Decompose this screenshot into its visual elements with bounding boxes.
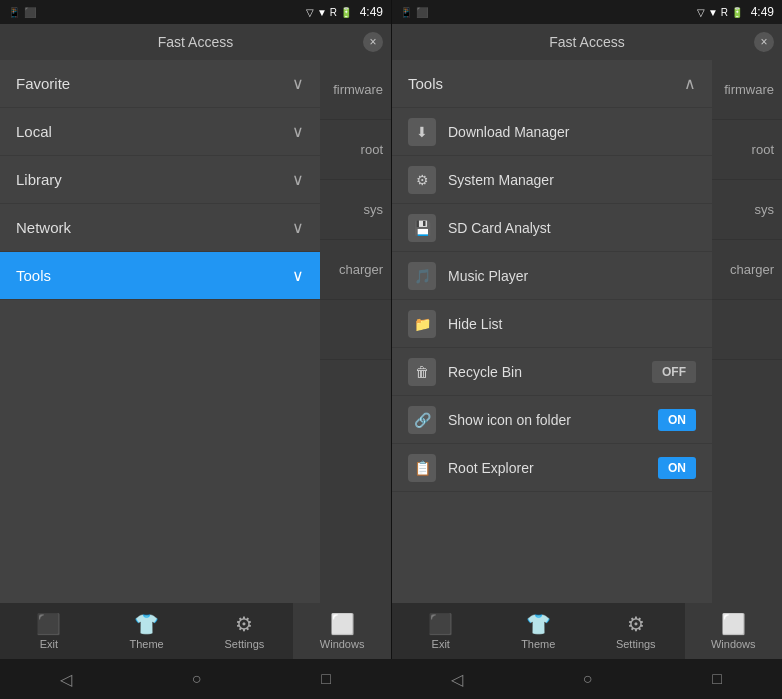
drawer-favorite[interactable]: Favorite ∨ — [0, 60, 320, 108]
hide-list-label: Hide List — [448, 316, 696, 332]
android-home-left[interactable]: ○ — [192, 670, 202, 688]
show-icon-folder-icon: 🔗 — [408, 406, 436, 434]
sd-card-analyst-label: SD Card Analyst — [448, 220, 696, 236]
bottom-nav: ⬛ Exit 👕 Theme ⚙ Settings ⬜ Windows ⬛ Ex… — [0, 603, 782, 659]
nav-theme-right[interactable]: 👕 Theme — [490, 603, 588, 659]
android-home-right[interactable]: ○ — [583, 670, 593, 688]
nav-settings-left[interactable]: ⚙ Settings — [196, 603, 294, 659]
status-time-right: 4:49 — [751, 5, 774, 19]
status-time-left: 4:49 — [360, 5, 383, 19]
theme-icon-left: 👕 — [134, 612, 159, 636]
tool-download-manager[interactable]: ⬇ Download Manager — [392, 108, 712, 156]
settings-label-right: Settings — [616, 638, 656, 650]
recycle-bin-toggle[interactable]: OFF — [652, 361, 696, 383]
left-nav: ⬛ Exit 👕 Theme ⚙ Settings ⬜ Windows — [0, 603, 391, 659]
left-panel-close[interactable]: × — [363, 32, 383, 52]
right-panel-status-icon1: 📱 — [400, 7, 412, 18]
right-panel: Fast Access × 📁 firmware 📁 root 📁 sys — [391, 24, 782, 603]
root-explorer-toggle[interactable]: ON — [658, 457, 696, 479]
left-panel-title: Fast Access — [158, 34, 233, 50]
windows-label-left: Windows — [320, 638, 365, 650]
tool-sd-card-analyst[interactable]: 💾 SD Card Analyst — [392, 204, 712, 252]
left-panel: Fast Access × 📁 firmware 📁 root 📁 sys — [0, 24, 391, 603]
music-player-label: Music Player — [448, 268, 696, 284]
show-icon-folder-toggle[interactable]: ON — [658, 409, 696, 431]
tool-show-icon-on-folder[interactable]: 🔗 Show icon on folder ON — [392, 396, 712, 444]
root-explorer-icon: 📋 — [408, 454, 436, 482]
exit-label-left: Exit — [40, 638, 58, 650]
download-manager-label: Download Manager — [448, 124, 696, 140]
root-explorer-label: Root Explorer — [448, 460, 646, 476]
right-panel-content: 📁 firmware 📁 root 📁 sys ? charger ? — [392, 60, 782, 603]
tool-music-player[interactable]: 🎵 Music Player — [392, 252, 712, 300]
drawer-tools[interactable]: Tools ∨ — [0, 252, 320, 300]
android-nav: ◁ ○ □ ◁ ○ □ — [0, 659, 782, 699]
left-panel-content: 📁 firmware 📁 root 📁 sys ? charger ? — [0, 60, 391, 603]
system-manager-label: System Manager — [448, 172, 696, 188]
tools-drawer: Tools ∧ ⬇ Download Manager ⚙ System Mana… — [392, 60, 712, 603]
nav-exit-left[interactable]: ⬛ Exit — [0, 603, 98, 659]
windows-icon-left: ⬜ — [330, 612, 355, 636]
windows-icon-right: ⬜ — [721, 612, 746, 636]
status-icons-right2: ▽ ▼ R 🔋 — [697, 7, 742, 18]
left-panel-header: Fast Access × — [0, 24, 391, 60]
drawer-network[interactable]: Network ∨ — [0, 204, 320, 252]
nav-theme-left[interactable]: 👕 Theme — [98, 603, 196, 659]
exit-icon-left: ⬛ — [36, 612, 61, 636]
right-nav: ⬛ Exit 👕 Theme ⚙ Settings ⬜ Windows — [391, 603, 782, 659]
nav-exit-right[interactable]: ⬛ Exit — [392, 603, 490, 659]
sd-card-analyst-icon: 💾 — [408, 214, 436, 242]
left-status-icon2: ⬛ — [24, 7, 36, 18]
android-recents-right[interactable]: □ — [712, 670, 722, 688]
tool-root-explorer[interactable]: 📋 Root Explorer ON — [392, 444, 712, 492]
settings-icon-right: ⚙ — [627, 612, 645, 636]
android-back-right[interactable]: ◁ — [451, 670, 463, 689]
right-panel-status-icon2: ⬛ — [416, 7, 428, 18]
android-back-left[interactable]: ◁ — [60, 670, 72, 689]
left-drawer: Favorite ∨ Local ∨ Library ∨ Network ∨ T… — [0, 60, 320, 603]
nav-windows-right[interactable]: ⬜ Windows — [685, 603, 783, 659]
nav-settings-right[interactable]: ⚙ Settings — [587, 603, 685, 659]
drawer-local[interactable]: Local ∨ — [0, 108, 320, 156]
settings-icon-left: ⚙ — [235, 612, 253, 636]
settings-label-left: Settings — [225, 638, 265, 650]
tools-drawer-header[interactable]: Tools ∧ — [392, 60, 712, 108]
theme-label-right: Theme — [521, 638, 555, 650]
tool-hide-list[interactable]: 📁 Hide List — [392, 300, 712, 348]
right-panel-title: Fast Access — [549, 34, 624, 50]
windows-label-right: Windows — [711, 638, 756, 650]
left-status-icon1: 📱 — [8, 7, 20, 18]
tools-drawer-title: Tools — [408, 75, 443, 92]
android-nav-right: ◁ ○ □ — [391, 670, 782, 689]
nav-windows-left[interactable]: ⬜ Windows — [293, 603, 391, 659]
recycle-bin-label: Recycle Bin — [448, 364, 640, 380]
right-panel-header: Fast Access × — [392, 24, 782, 60]
exit-icon-right: ⬛ — [428, 612, 453, 636]
hide-list-icon: 📁 — [408, 310, 436, 338]
music-player-icon: 🎵 — [408, 262, 436, 290]
status-icons-right: ▽ ▼ R 🔋 — [306, 7, 351, 18]
tool-system-manager[interactable]: ⚙ System Manager — [392, 156, 712, 204]
exit-label-right: Exit — [432, 638, 450, 650]
right-panel-close[interactable]: × — [754, 32, 774, 52]
android-nav-left: ◁ ○ □ — [0, 670, 391, 689]
download-manager-icon: ⬇ — [408, 118, 436, 146]
theme-icon-right: 👕 — [526, 612, 551, 636]
tool-recycle-bin[interactable]: 🗑 Recycle Bin OFF — [392, 348, 712, 396]
show-icon-folder-label: Show icon on folder — [448, 412, 646, 428]
system-manager-icon: ⚙ — [408, 166, 436, 194]
drawer-library[interactable]: Library ∨ — [0, 156, 320, 204]
recycle-bin-icon: 🗑 — [408, 358, 436, 386]
android-recents-left[interactable]: □ — [321, 670, 331, 688]
theme-label-left: Theme — [130, 638, 164, 650]
tools-header-chevron-icon: ∧ — [684, 74, 696, 93]
